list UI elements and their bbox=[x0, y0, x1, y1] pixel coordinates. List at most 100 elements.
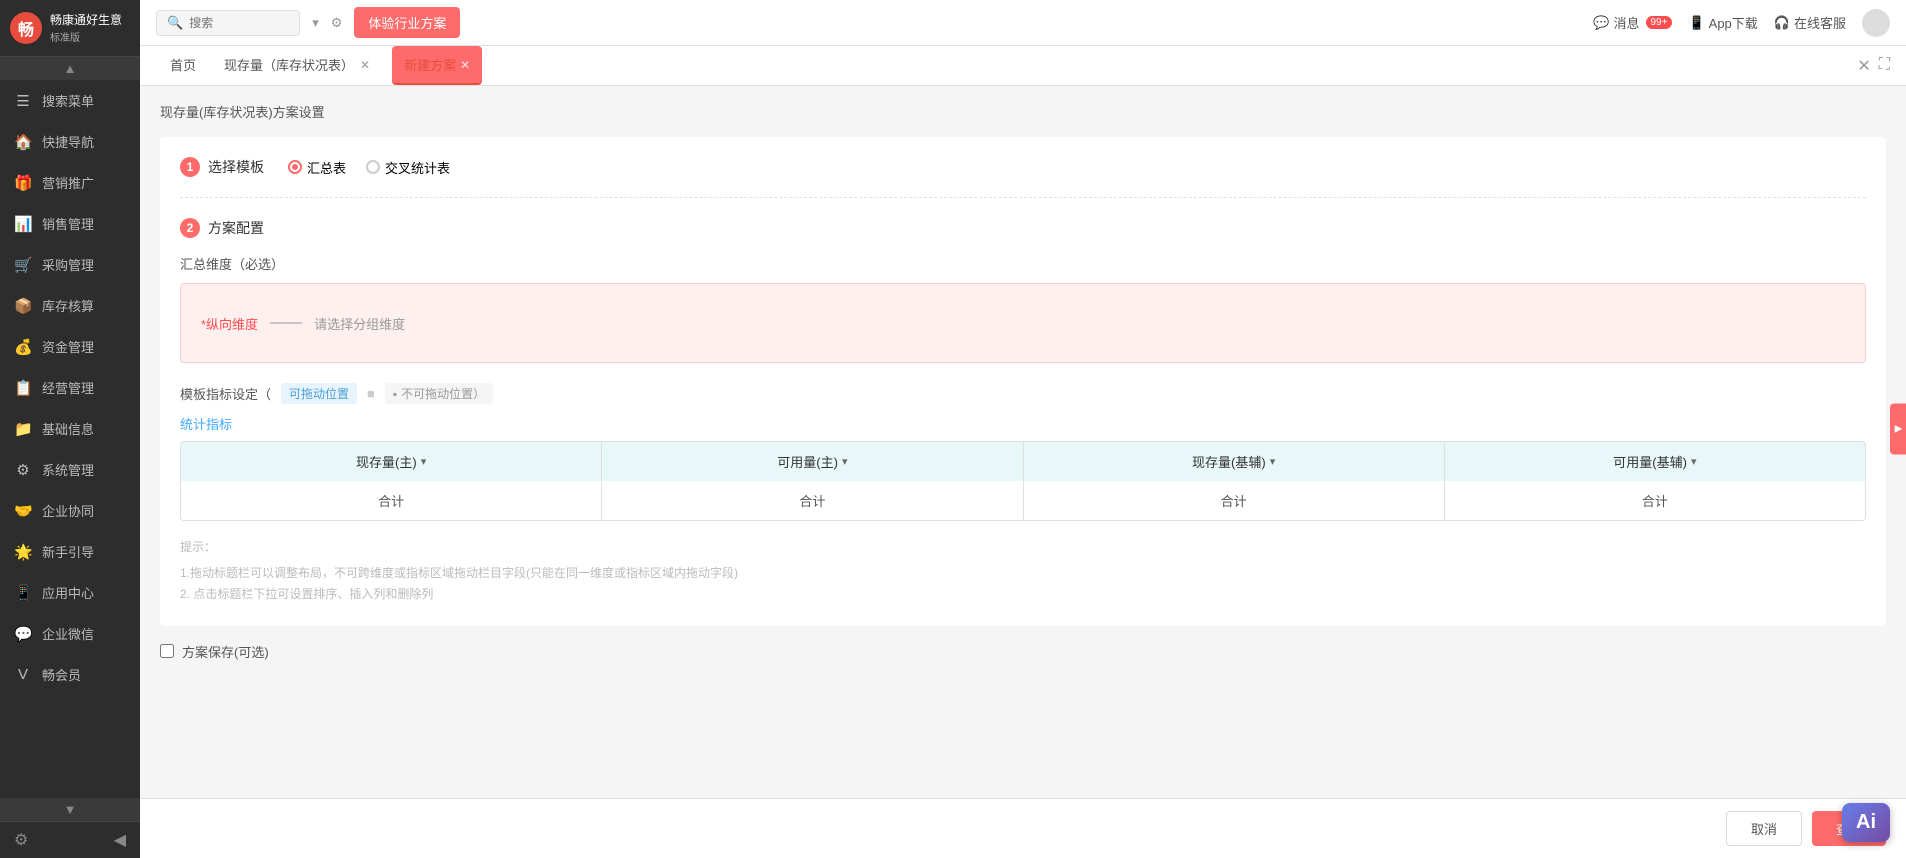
sidebar-item-finance[interactable]: 💰 资金管理 bbox=[0, 326, 140, 367]
user-avatar[interactable] bbox=[1862, 9, 1890, 37]
sidebar-scroll-up[interactable]: ▲ bbox=[0, 57, 140, 80]
sidebar-item-quick-nav[interactable]: 🏠 快捷导航 bbox=[0, 121, 140, 162]
sidebar-item-new-guide[interactable]: 🌟 新手引导 bbox=[0, 531, 140, 572]
stats-table: 现存量(主) ▾ 可用量(主) ▾ 现存量(基辅) ▾ 可用量(基辅) bbox=[180, 441, 1866, 521]
message-badge: 99+ bbox=[1646, 16, 1673, 29]
tab-inventory[interactable]: 现存量（库存状况表） ✕ bbox=[210, 46, 384, 85]
sidebar-item-label: 搜索菜单 bbox=[42, 91, 94, 110]
sidebar-item-operations[interactable]: 📋 经营管理 bbox=[0, 367, 140, 408]
sidebar-item-marketing[interactable]: 🎁 营销推广 bbox=[0, 162, 140, 203]
tab-home[interactable]: 首页 bbox=[156, 46, 210, 85]
headset-icon: 🎧 bbox=[1774, 15, 1790, 31]
settings-icon[interactable]: ⚙ bbox=[14, 830, 28, 850]
tips-section: 提示： 1.拖动标题栏可以调整布局，不可跨维度或指标区域拖动栏目字段(只能在同一… bbox=[180, 537, 1866, 606]
stats-col-4-label: 可用量(基辅) bbox=[1613, 452, 1687, 471]
search-icon: 🔍 bbox=[167, 15, 183, 31]
sidebar-item-basic-info[interactable]: 📁 基础信息 bbox=[0, 408, 140, 449]
step2-number: 2 bbox=[180, 218, 200, 238]
tab-new-plan-close[interactable]: ✕ bbox=[460, 58, 470, 72]
sidebar-item-label: 经营管理 bbox=[42, 378, 94, 397]
main-area: 🔍 ▾ ⚙ 体验行业方案 💬 消息 99+ 📱 App下载 🎧 在线客服 bbox=[140, 0, 1906, 858]
search-input[interactable] bbox=[189, 16, 289, 30]
member-icon: V bbox=[14, 666, 32, 683]
sidebar-item-inventory[interactable]: 📦 库存核算 bbox=[0, 285, 140, 326]
sidebar-item-purchase[interactable]: 🛒 采购管理 bbox=[0, 244, 140, 285]
dimension-area[interactable]: *纵向维度 —— 请选择分组维度 bbox=[180, 283, 1866, 363]
sidebar-item-label: 资金管理 bbox=[42, 337, 94, 356]
sidebar-item-label: 企业协同 bbox=[42, 501, 94, 520]
app-download-item[interactable]: 📱 App下载 bbox=[1688, 13, 1757, 32]
sidebar-item-wechat[interactable]: 💬 企业微信 bbox=[0, 613, 140, 654]
indicator-nodrag-badge: ▪ 不可拖动位置） bbox=[385, 383, 493, 404]
cancel-button[interactable]: 取消 bbox=[1726, 811, 1802, 846]
gear-icon: ⚙ bbox=[14, 461, 32, 479]
search-menu-icon: ☰ bbox=[14, 92, 32, 110]
collapse-sidebar-icon[interactable]: ◀ bbox=[114, 830, 126, 850]
close-panel-icon[interactable]: ✕ bbox=[1857, 56, 1870, 76]
settings-gear-icon[interactable]: ⚙ bbox=[331, 15, 343, 31]
content-area: 现存量(库存状况表)方案设置 1 选择模板 汇总表 交叉统计表 bbox=[140, 86, 1906, 798]
expand-panel-icon[interactable]: ⛶ bbox=[1879, 56, 1890, 76]
wechat-icon: 💬 bbox=[14, 625, 32, 643]
sidebar-item-sales[interactable]: 📊 销售管理 bbox=[0, 203, 140, 244]
tab-home-label: 首页 bbox=[170, 55, 196, 74]
search-box[interactable]: 🔍 bbox=[156, 10, 300, 36]
trial-industry-button[interactable]: 体验行业方案 bbox=[354, 7, 460, 38]
tab-inventory-label: 现存量（库存状况表） bbox=[224, 55, 354, 74]
box-icon: 📦 bbox=[14, 297, 32, 315]
stats-col-2[interactable]: 可用量(主) ▾ bbox=[602, 442, 1023, 481]
topbar: 🔍 ▾ ⚙ 体验行业方案 💬 消息 99+ 📱 App下载 🎧 在线客服 bbox=[140, 0, 1906, 46]
stats-section: 统计指标 现存量(主) ▾ 可用量(主) ▾ 现存量(基辅) bbox=[180, 414, 1866, 521]
sidebar-scroll-down[interactable]: ▼ bbox=[0, 798, 140, 821]
sidebar-item-system[interactable]: ⚙ 系统管理 bbox=[0, 449, 140, 490]
dropdown-icon[interactable]: ▾ bbox=[312, 15, 319, 31]
online-service-item[interactable]: 🎧 在线客服 bbox=[1774, 13, 1846, 32]
stats-col-3-label: 现存量(基辅) bbox=[1192, 452, 1266, 471]
ai-badge[interactable]: Ai bbox=[1842, 803, 1890, 842]
radio-cross-label: 交叉统计表 bbox=[385, 158, 450, 177]
tab-inventory-close[interactable]: ✕ bbox=[360, 58, 370, 72]
sidebar-item-label: 新手引导 bbox=[42, 542, 94, 561]
indicator-settings-row: 模板指标设定（ 可拖动位置 ■ ▪ 不可拖动位置） bbox=[180, 383, 1866, 404]
sidebar-item-member[interactable]: V 畅会员 bbox=[0, 654, 140, 695]
nodrag-icon: ▪ bbox=[393, 387, 397, 401]
sidebar-item-label: 系统管理 bbox=[42, 460, 94, 479]
sidebar-nav: ☰ 搜索菜单 🏠 快捷导航 🎁 营销推广 📊 销售管理 🛒 采购管理 📦 库存核… bbox=[0, 80, 140, 798]
stats-table-header: 现存量(主) ▾ 可用量(主) ▾ 现存量(基辅) ▾ 可用量(基辅) bbox=[181, 442, 1865, 481]
money-icon: 💰 bbox=[14, 338, 32, 356]
bottom-bar: 取消 查询 bbox=[140, 798, 1906, 858]
tips-title: 提示： bbox=[180, 537, 1866, 559]
summary-dimension-label: 汇总维度（必选） bbox=[180, 254, 1866, 273]
stats-col-1[interactable]: 现存量(主) ▾ bbox=[181, 442, 602, 481]
chart-icon: 📊 bbox=[14, 215, 32, 233]
radio-summary[interactable]: 汇总表 bbox=[288, 158, 346, 177]
indicator-settings-label: 模板指标设定（ bbox=[180, 384, 271, 403]
folder-icon: 📁 bbox=[14, 420, 32, 438]
sidebar-item-label: 基础信息 bbox=[42, 419, 94, 438]
sidebar-item-label: 畅会员 bbox=[42, 665, 81, 684]
plan-settings-card: 1 选择模板 汇总表 交叉统计表 2 方案配置 bbox=[160, 137, 1886, 626]
tab-controls: ✕ ⛶ bbox=[1857, 56, 1890, 76]
save-checkbox[interactable] bbox=[160, 644, 174, 658]
tip-2: 2. 点击标题栏下拉可设置排序、插入列和删除列 bbox=[180, 584, 1866, 606]
template-radio-group: 汇总表 交叉统计表 bbox=[288, 158, 450, 177]
stats-col-3[interactable]: 现存量(基辅) ▾ bbox=[1024, 442, 1445, 481]
step2-header: 2 方案配置 bbox=[180, 218, 1866, 238]
step-divider-1 bbox=[180, 197, 1866, 198]
star-icon: 🌟 bbox=[14, 543, 32, 561]
radio-cross[interactable]: 交叉统计表 bbox=[366, 158, 450, 177]
tip-1: 1.拖动标题栏可以调整布局，不可跨维度或指标区域拖动栏目字段(只能在同一维度或指… bbox=[180, 563, 1866, 585]
sidebar-item-search[interactable]: ☰ 搜索菜单 bbox=[0, 80, 140, 121]
sidebar-item-enterprise[interactable]: 🤝 企业协同 bbox=[0, 490, 140, 531]
step1-title: 选择模板 bbox=[208, 157, 264, 177]
dimension-required-label: *纵向维度 bbox=[201, 314, 258, 333]
tab-new-plan[interactable]: 新建方案 ✕ bbox=[392, 46, 482, 85]
breadcrumb: 现存量(库存状况表)方案设置 bbox=[160, 102, 1886, 121]
message-item[interactable]: 💬 消息 99+ bbox=[1593, 13, 1672, 32]
stats-col-4[interactable]: 可用量(基辅) ▾ bbox=[1445, 442, 1865, 481]
tab-new-plan-label: 新建方案 bbox=[404, 55, 456, 74]
sidebar-item-app-center[interactable]: 📱 应用中心 bbox=[0, 572, 140, 613]
sidebar-item-label: 销售管理 bbox=[42, 214, 94, 233]
sidebar-item-label: 采购管理 bbox=[42, 255, 94, 274]
right-panel-toggle[interactable]: ▶ bbox=[1890, 404, 1906, 455]
